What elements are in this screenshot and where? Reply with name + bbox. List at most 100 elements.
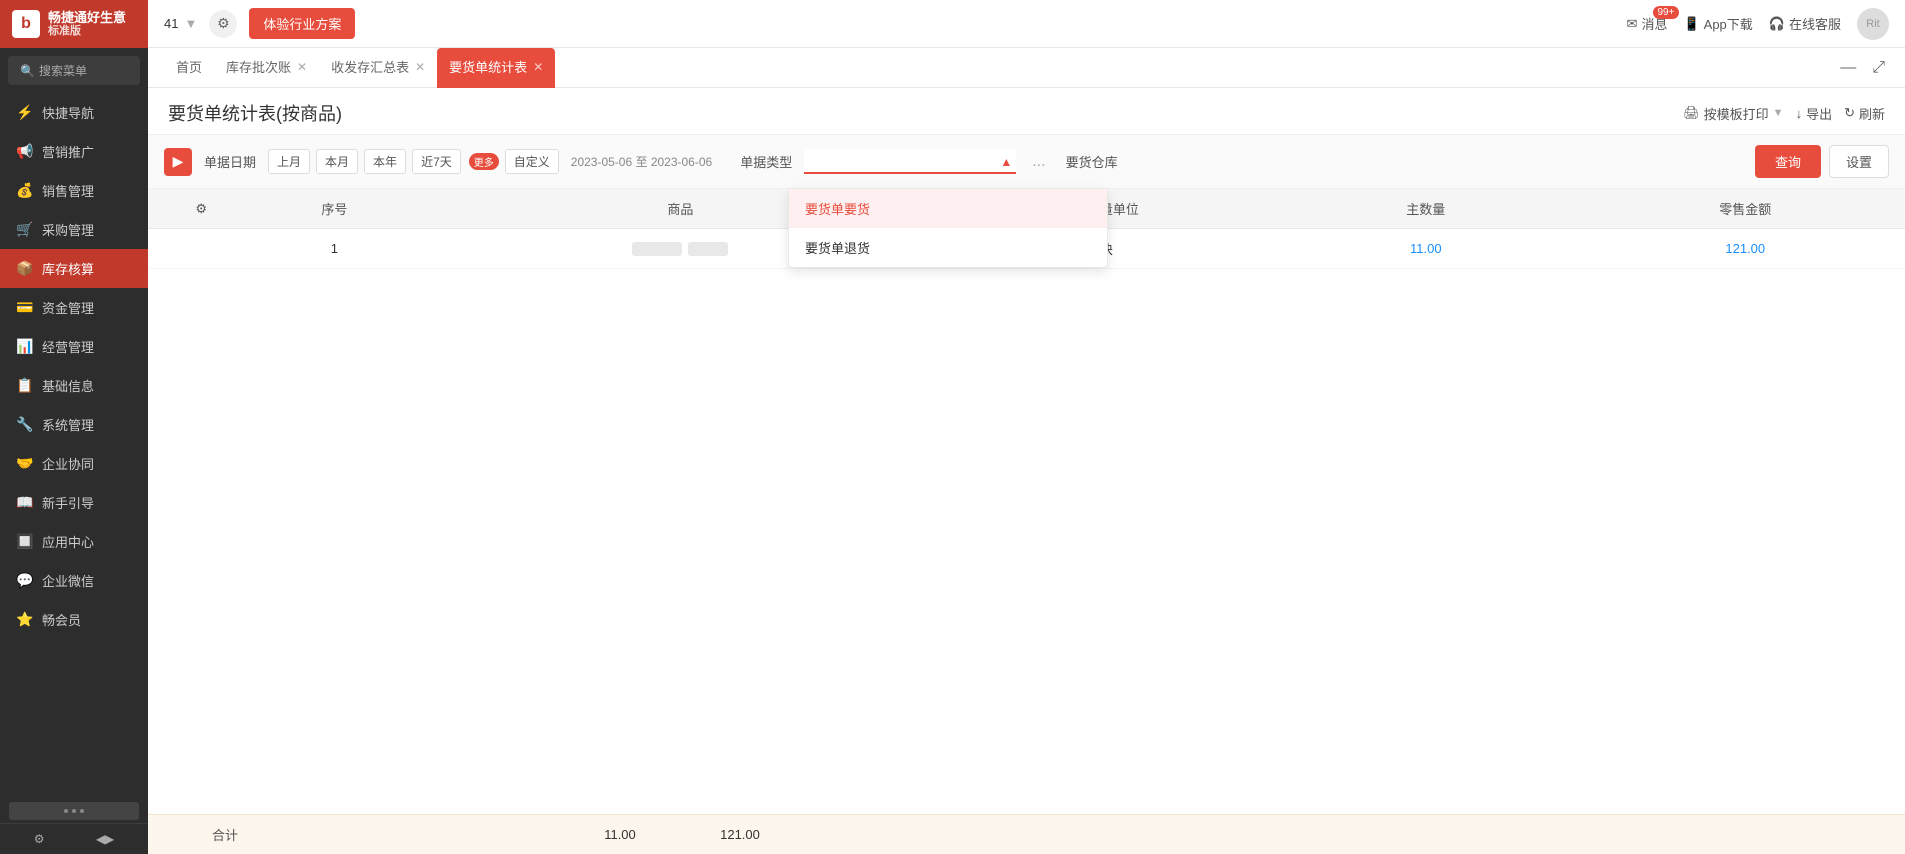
topbar: 41 ▼ ⚙ 体验行业方案 ✉ 消息 99+ 📱 App下载 🎧 在线客服 — [148, 0, 1905, 48]
row-settings-cell — [148, 229, 254, 269]
row-qty-cell: 11.00 — [1266, 229, 1585, 269]
footer-total-label: 合计 — [160, 825, 440, 844]
col-header-settings[interactable]: ⚙ — [148, 189, 254, 229]
tab-minimize-btn[interactable]: — — [1836, 55, 1860, 81]
row-amount-cell: 121.00 — [1586, 229, 1905, 269]
sidebar-item-cooperation[interactable]: 🤝 企业协同 — [0, 444, 148, 483]
marketing-icon: 📢 — [16, 143, 34, 161]
table-footer: 合计 11.00 121.00 — [148, 814, 1905, 854]
app-center-icon: 🔲 — [16, 533, 34, 551]
type-select-wrapper: ▲ — [804, 149, 1016, 174]
date-filter-label: 单据日期 — [204, 152, 256, 171]
user-avatar[interactable]: Rit — [1857, 8, 1889, 40]
gear-icon: ⚙ — [217, 15, 230, 32]
tab-home[interactable]: 首页 — [164, 48, 214, 88]
print-dropdown-icon: ▼ — [1773, 107, 1784, 119]
print-icon: 🖨 — [1683, 105, 1700, 121]
dropdown-item-order-return[interactable]: 要货单退货 — [789, 228, 1107, 267]
wechat-icon: 💬 — [16, 572, 34, 590]
sidebar-item-finance[interactable]: 💳 资金管理 — [0, 288, 148, 327]
sidebar-item-wechat[interactable]: 💬 企业微信 — [0, 561, 148, 600]
type-dropdown: 要货单要货 要货单退货 — [788, 188, 1108, 268]
export-btn[interactable]: ↓ 导出 — [1796, 104, 1833, 123]
type-select-input[interactable] — [804, 149, 1016, 174]
topbar-left: 41 ▼ ⚙ 体验行业方案 — [164, 8, 355, 39]
col-header-num: 序号 — [254, 189, 414, 229]
messages-badge: 99+ — [1653, 6, 1680, 19]
date-this-month-btn[interactable]: 本月 — [316, 149, 358, 174]
search-icon: 🔍 — [20, 64, 35, 78]
store-number: 41 — [164, 16, 178, 31]
main-content: 41 ▼ ⚙ 体验行业方案 ✉ 消息 99+ 📱 App下载 🎧 在线客服 — [148, 0, 1905, 854]
page-content: 要货单统计表(按商品) 🖨 按模板打印 ▼ ↓ 导出 ↻ 刷新 — [148, 88, 1905, 854]
print-template-btn[interactable]: 🖨 按模板打印 ▼ — [1683, 104, 1783, 123]
headset-icon: 🎧 — [1769, 16, 1785, 32]
page-actions: 🖨 按模板打印 ▼ ↓ 导出 ↻ 刷新 — [1683, 104, 1885, 123]
mobile-icon: 📱 — [1683, 16, 1699, 32]
tab-close-order-stats[interactable]: ✕ — [533, 61, 543, 73]
filter-expand-btn[interactable]: ▶ — [164, 148, 192, 176]
quick-nav-icon: ⚡ — [16, 104, 34, 122]
sidebar-item-quick-nav[interactable]: ⚡ 快捷导航 — [0, 93, 148, 132]
tab-expand-btn[interactable]: ⤢ — [1868, 55, 1889, 81]
tab-inventory-batch[interactable]: 库存批次账 ✕ — [214, 48, 319, 88]
topbar-gear-btn[interactable]: ⚙ — [209, 10, 237, 38]
settings-footer-btn[interactable]: ⚙ — [34, 832, 45, 846]
tab-close-inventory-batch[interactable]: ✕ — [297, 61, 307, 73]
sidebar-item-basic-info[interactable]: 📋 基础信息 — [0, 366, 148, 405]
product-placeholder-2 — [688, 242, 728, 256]
date-this-year-btn[interactable]: 本年 — [364, 149, 406, 174]
purchase-icon: 🛒 — [16, 221, 34, 239]
sidebar-scroll-indicator — [0, 799, 148, 823]
tabs-end: — ⤢ — [1836, 55, 1889, 81]
sidebar-item-system[interactable]: 🔧 系统管理 — [0, 405, 148, 444]
tab-order-stats[interactable]: 要货单统计表 ✕ — [437, 48, 555, 88]
col-header-amount: 零售金额 — [1586, 189, 1905, 229]
table-settings-icon: ⚙ — [195, 201, 207, 216]
trial-industry-btn[interactable]: 体验行业方案 — [249, 8, 355, 39]
table-wrapper: ⚙ 序号 商品 主计量单位 主数量 — [148, 189, 1905, 814]
date-near7-btn[interactable]: 近7天 — [412, 149, 461, 174]
online-service-btn[interactable]: 🎧 在线客服 — [1769, 14, 1841, 33]
date-custom-btn[interactable]: 自定义 — [505, 149, 559, 174]
app-download-btn[interactable]: 📱 App下载 — [1683, 14, 1752, 33]
sidebar-item-membership[interactable]: ⭐ 畅会员 — [0, 600, 148, 639]
system-icon: 🔧 — [16, 416, 34, 434]
filter-bar: ▶ 单据日期 上月 本月 本年 近7天 更多 自定义 2023-05-06 至 … — [148, 135, 1905, 189]
topbar-right: ✉ 消息 99+ 📱 App下载 🎧 在线客服 Rit — [1627, 8, 1889, 40]
page-title: 要货单统计表(按商品) — [168, 100, 342, 126]
search-menu-btn[interactable]: 🔍 搜索菜单 — [8, 56, 140, 85]
expand-icon: ▶ — [173, 153, 184, 170]
inventory-icon: 📦 — [16, 260, 34, 278]
cooperation-icon: 🤝 — [16, 455, 34, 473]
sidebar-item-marketing[interactable]: 📢 营销推广 — [0, 132, 148, 171]
sidebar-item-sales[interactable]: 💰 销售管理 — [0, 171, 148, 210]
sidebar-item-purchase[interactable]: 🛒 采购管理 — [0, 210, 148, 249]
sidebar-item-operations[interactable]: 📊 经营管理 — [0, 327, 148, 366]
settings-btn[interactable]: 设置 — [1829, 145, 1889, 178]
sidebar-item-inventory[interactable]: 📦 库存核算 — [0, 249, 148, 288]
sidebar-item-app-center[interactable]: 🔲 应用中心 — [0, 522, 148, 561]
page-header: 要货单统计表(按商品) 🖨 按模板打印 ▼ ↓ 导出 ↻ 刷新 — [148, 88, 1905, 135]
chevron-down-icon: ▼ — [184, 16, 197, 31]
query-btn[interactable]: 查询 — [1755, 145, 1821, 178]
date-last-month-btn[interactable]: 上月 — [268, 149, 310, 174]
basic-info-icon: 📋 — [16, 377, 34, 395]
tab-recv-summary[interactable]: 收发存汇总表 ✕ — [319, 48, 437, 88]
collapse-footer-btn[interactable]: ◀▶ — [96, 832, 114, 846]
guide-icon: 📖 — [16, 494, 34, 512]
membership-icon: ⭐ — [16, 611, 34, 629]
app-logo: b — [12, 10, 40, 38]
more-date-badge[interactable]: 更多 — [469, 153, 499, 170]
sidebar-item-guide[interactable]: 📖 新手引导 — [0, 483, 148, 522]
filter-more-btn[interactable]: ... — [1032, 153, 1045, 171]
settings-footer-icon: ⚙ — [34, 832, 45, 846]
refresh-icon: ↻ — [1844, 105, 1855, 121]
messages-btn[interactable]: ✉ 消息 99+ — [1627, 14, 1668, 33]
tab-close-recv-summary[interactable]: ✕ — [415, 61, 425, 73]
col-header-qty: 主数量 — [1266, 189, 1585, 229]
refresh-btn[interactable]: ↻ 刷新 — [1844, 104, 1885, 123]
store-selector[interactable]: 41 ▼ — [164, 16, 197, 31]
collapse-icon: ◀▶ — [96, 832, 114, 846]
dropdown-item-order-goods[interactable]: 要货单要货 — [789, 189, 1107, 228]
